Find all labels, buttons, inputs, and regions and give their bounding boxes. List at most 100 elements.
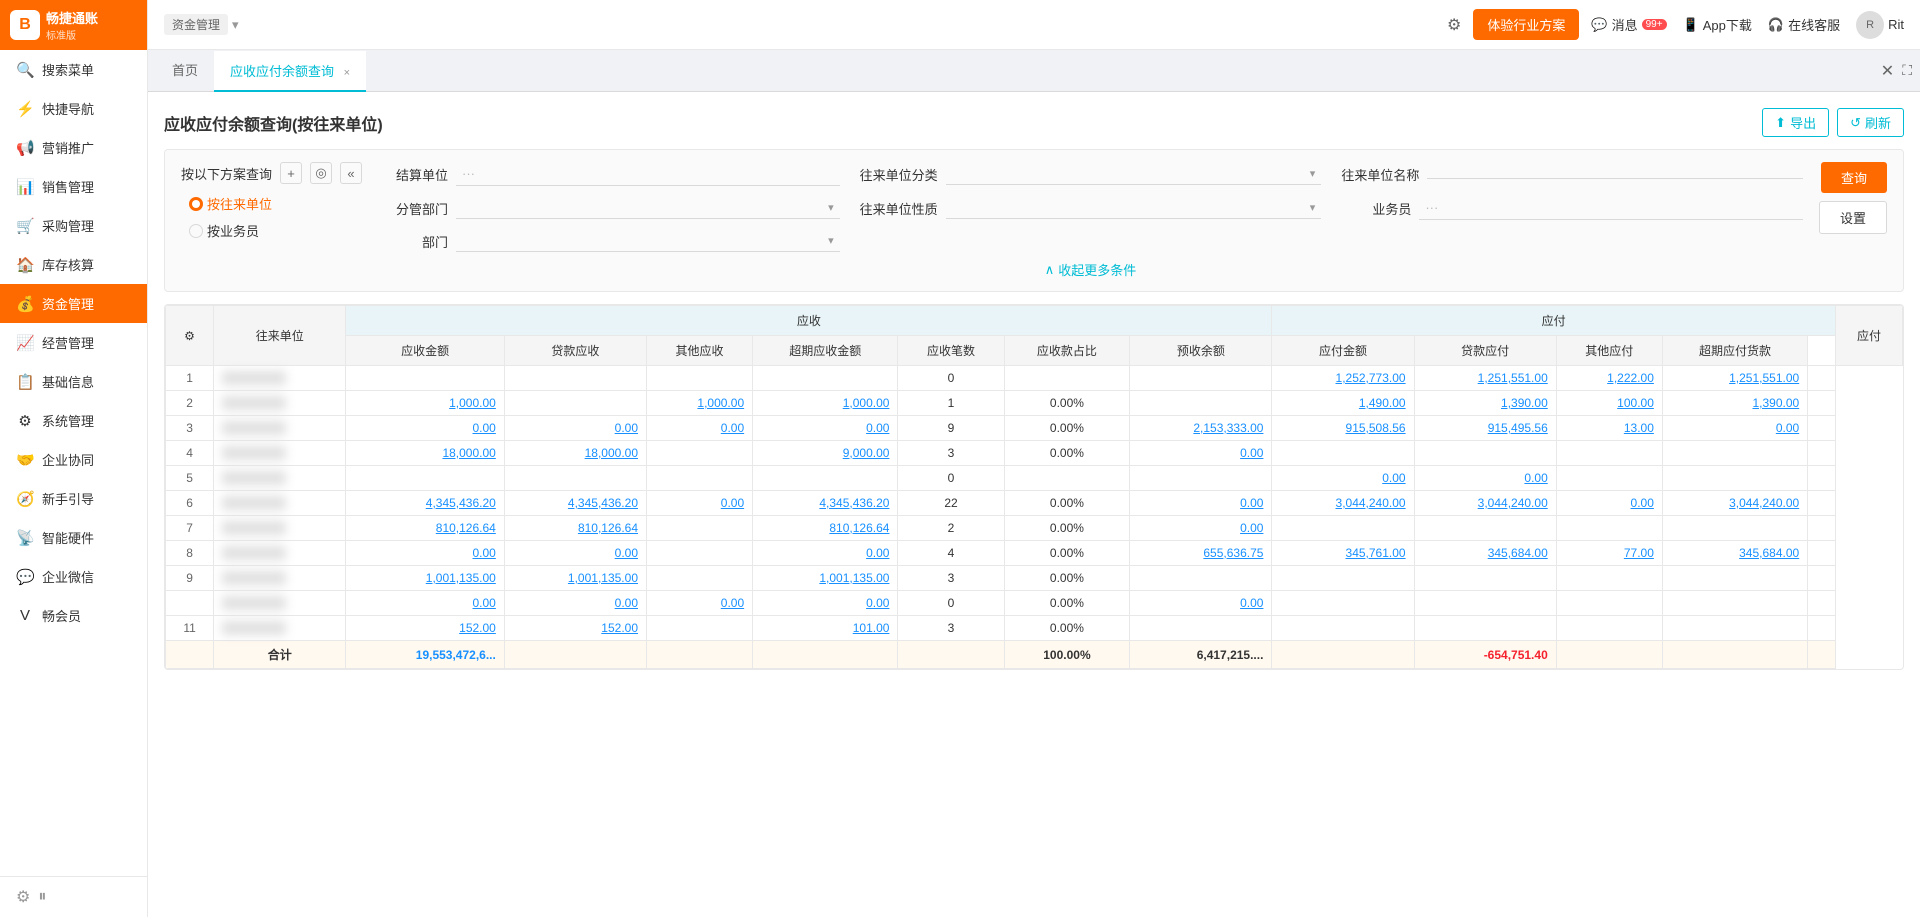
cell-link[interactable]: 0.00 xyxy=(1240,596,1263,610)
cell-link[interactable]: 152.00 xyxy=(601,621,638,635)
export-button[interactable]: ⬆ 导出 xyxy=(1762,108,1829,137)
cell-link[interactable]: 915,508.56 xyxy=(1346,421,1406,435)
cell-link[interactable]: 4,345,436.20 xyxy=(568,496,638,510)
sidebar-item-10[interactable]: 🤝企业协同 xyxy=(0,440,147,479)
cell-link[interactable]: 345,761.00 xyxy=(1346,546,1406,560)
col-settings[interactable]: ⚙ xyxy=(166,306,214,366)
cell-link[interactable]: 1,001,135.00 xyxy=(426,571,496,585)
subdept-dropdown[interactable]: ▾ xyxy=(456,230,840,252)
cell-link[interactable]: 810,126.64 xyxy=(578,521,638,535)
sidebar-item-7[interactable]: 📈经营管理 xyxy=(0,323,147,362)
salesperson-input[interactable]: ··· xyxy=(1419,196,1803,220)
cell-link[interactable]: 18,000.00 xyxy=(442,446,495,460)
cell-link[interactable]: 1,001,135.00 xyxy=(819,571,889,585)
cell-link[interactable]: 4,345,436.20 xyxy=(819,496,889,510)
sidebar-item-4[interactable]: 🛒采购管理 xyxy=(0,206,147,245)
cell-link[interactable]: 2,153,333.00 xyxy=(1193,421,1263,435)
cell-link[interactable]: 810,126.64 xyxy=(829,521,889,535)
cell-link[interactable]: 3,044,240.00 xyxy=(1478,496,1548,510)
collapse-bottom-icon[interactable]: ⏸ xyxy=(38,888,46,906)
online-service-item[interactable]: 🎧 在线客服 xyxy=(1768,15,1840,34)
sidebar-item-14[interactable]: V畅会员 xyxy=(0,596,147,635)
cell-link[interactable]: 1,000.00 xyxy=(449,396,496,410)
cell-link[interactable]: 0.00 xyxy=(866,546,889,560)
notification-item[interactable]: 💬 消息 99+ xyxy=(1591,15,1666,34)
scheme-option-salesperson[interactable]: 按业务员 xyxy=(189,221,362,240)
cell-link[interactable]: 0.00 xyxy=(1524,471,1547,485)
tab-bar-expand-icon[interactable]: ⛶ xyxy=(1902,62,1912,79)
cell-link[interactable]: 3,044,240.00 xyxy=(1336,496,1406,510)
cell-link[interactable]: 0.00 xyxy=(721,596,744,610)
cell-link[interactable]: 0.00 xyxy=(1240,521,1263,535)
query-button[interactable]: 查询 xyxy=(1821,162,1887,193)
sidebar-item-11[interactable]: 🧭新手引导 xyxy=(0,479,147,518)
scheme-option-unit[interactable]: 按往来单位 xyxy=(189,194,362,213)
cell-link[interactable]: 9,000.00 xyxy=(843,446,890,460)
cell-link[interactable]: 810,126.64 xyxy=(436,521,496,535)
scheme-add-btn[interactable]: + xyxy=(280,162,302,184)
cell-link[interactable]: 101.00 xyxy=(853,621,890,635)
dept-dropdown[interactable]: ▾ xyxy=(456,197,840,219)
cell-link[interactable]: 1,000.00 xyxy=(697,396,744,410)
cell-link[interactable]: 0.00 xyxy=(1631,496,1654,510)
user-profile[interactable]: R Rit xyxy=(1856,11,1904,39)
cell-link[interactable]: 1,252,773.00 xyxy=(1336,371,1406,385)
sidebar-item-3[interactable]: 📊销售管理 xyxy=(0,167,147,206)
cell-link[interactable]: 345,684.00 xyxy=(1739,546,1799,560)
cell-link[interactable]: 3,044,240.00 xyxy=(1729,496,1799,510)
tab-query-close[interactable]: × xyxy=(344,67,350,79)
settlement-input[interactable]: ··· xyxy=(456,162,840,186)
cell-link[interactable]: 0.00 xyxy=(1382,471,1405,485)
cell-link[interactable]: 0.00 xyxy=(866,596,889,610)
sidebar-item-2[interactable]: 📢营销推广 xyxy=(0,128,147,167)
cell-link[interactable]: 1,001,135.00 xyxy=(568,571,638,585)
cell-link[interactable]: 1,490.00 xyxy=(1359,396,1406,410)
cell-link[interactable]: 4,345,436.20 xyxy=(426,496,496,510)
cell-link[interactable]: 0.00 xyxy=(1776,421,1799,435)
sidebar-item-0[interactable]: 🔍搜索菜单 xyxy=(0,50,147,89)
cell-link[interactable]: 13.00 xyxy=(1624,421,1654,435)
tab-bar-close-icon[interactable]: ✕ xyxy=(1881,61,1894,81)
cell-link[interactable]: 152.00 xyxy=(459,621,496,635)
cell-link[interactable]: 0.00 xyxy=(721,496,744,510)
cell-link[interactable]: 0.00 xyxy=(615,596,638,610)
cell-link[interactable]: 1,251,551.00 xyxy=(1729,371,1799,385)
header-gear-icon[interactable]: ⚙ xyxy=(1447,15,1461,35)
scheme-collapse-btn[interactable]: « xyxy=(340,162,362,184)
scheme-settings-btn[interactable]: ◎ xyxy=(310,162,332,184)
collapse-button[interactable]: ∧ 收起更多条件 xyxy=(378,260,1803,279)
sidebar-item-9[interactable]: ⚙系统管理 xyxy=(0,401,147,440)
category-dropdown[interactable]: ▾ xyxy=(946,163,1322,185)
sidebar-item-13[interactable]: 💬企业微信 xyxy=(0,557,147,596)
trial-button[interactable]: 体验行业方案 xyxy=(1473,9,1579,40)
setting-button[interactable]: 设置 xyxy=(1819,201,1887,234)
cell-link[interactable]: 0.00 xyxy=(615,421,638,435)
cell-link[interactable]: 0.00 xyxy=(866,421,889,435)
sidebar-item-6[interactable]: 💰资金管理 xyxy=(0,284,147,323)
cell-link[interactable]: 1,000.00 xyxy=(843,396,890,410)
tab-home[interactable]: 首页 xyxy=(156,50,214,91)
settings-bottom-icon[interactable]: ⚙ xyxy=(16,887,30,907)
app-download-item[interactable]: 📱 App下载 xyxy=(1683,15,1752,34)
sidebar-item-1[interactable]: ⚡快捷导航 xyxy=(0,89,147,128)
cell-link[interactable]: 655,636.75 xyxy=(1203,546,1263,560)
cell-link[interactable]: 18,000.00 xyxy=(585,446,638,460)
cell-link[interactable]: 1,222.00 xyxy=(1607,371,1654,385)
cell-link[interactable]: 1,390.00 xyxy=(1752,396,1799,410)
cell-link[interactable]: 0.00 xyxy=(472,546,495,560)
refresh-button[interactable]: ↺ 刷新 xyxy=(1837,108,1904,137)
unitname-input[interactable] xyxy=(1427,170,1803,179)
cell-link[interactable]: 0.00 xyxy=(721,421,744,435)
cell-link[interactable]: 0.00 xyxy=(1240,496,1263,510)
cell-link[interactable]: 0.00 xyxy=(472,596,495,610)
table-gear-icon[interactable]: ⚙ xyxy=(184,329,195,343)
cell-link[interactable]: 100.00 xyxy=(1617,396,1654,410)
sidebar-item-5[interactable]: 🏠库存核算 xyxy=(0,245,147,284)
cell-link[interactable]: 1,251,551.00 xyxy=(1478,371,1548,385)
cell-link[interactable]: 345,684.00 xyxy=(1488,546,1548,560)
tab-query[interactable]: 应收应付余额查询 × xyxy=(214,51,366,92)
cell-link[interactable]: 0.00 xyxy=(615,546,638,560)
nature-dropdown[interactable]: ▾ xyxy=(946,197,1322,219)
cell-link[interactable]: 1,390.00 xyxy=(1501,396,1548,410)
sidebar-item-8[interactable]: 📋基础信息 xyxy=(0,362,147,401)
